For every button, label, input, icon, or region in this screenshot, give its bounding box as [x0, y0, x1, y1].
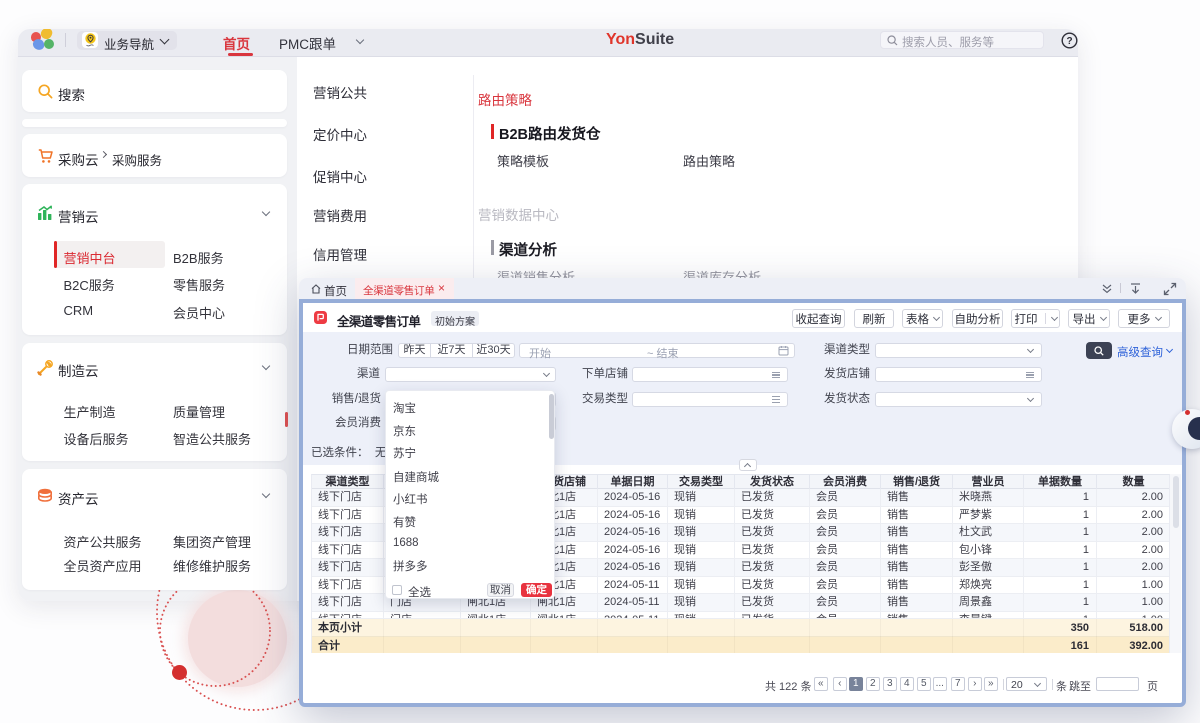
svg-text:?: ? — [1066, 36, 1072, 47]
